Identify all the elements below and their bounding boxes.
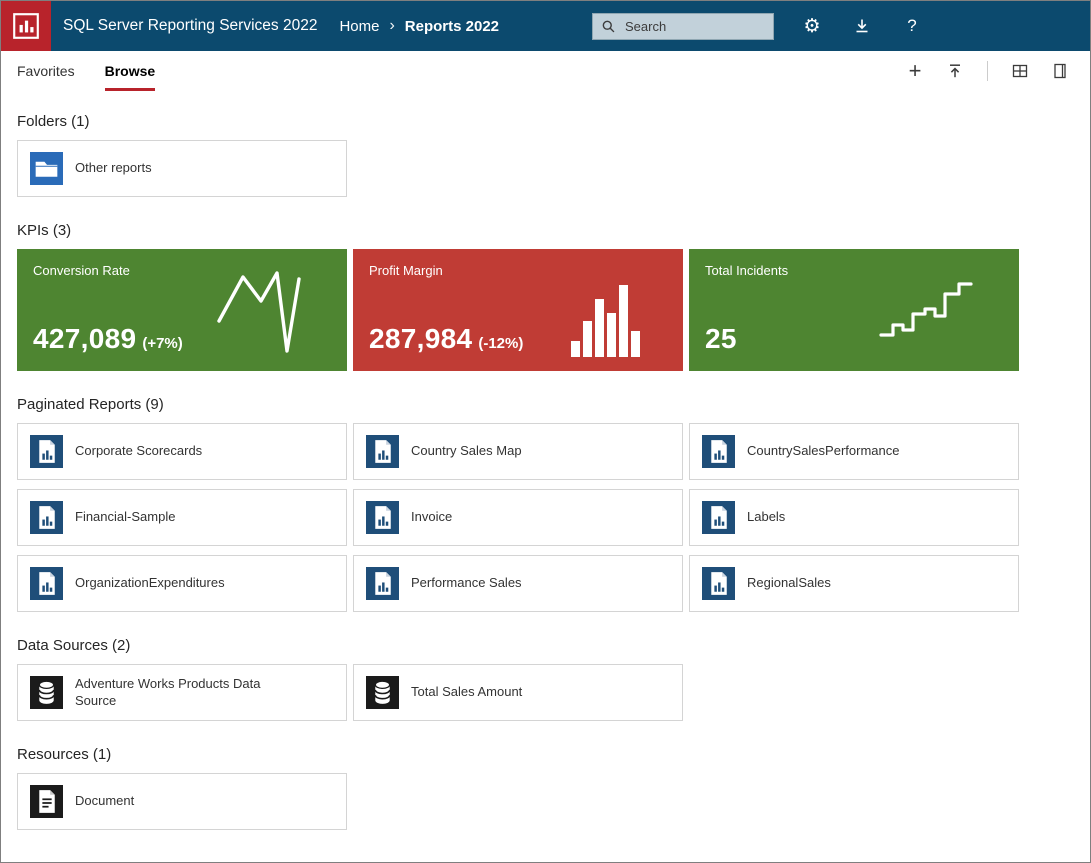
toolbar: Favorites Browse +: [1, 51, 1090, 91]
kpi-title: Profit Margin: [369, 263, 667, 278]
tab-browse[interactable]: Browse: [105, 51, 156, 91]
kpi-line-chart: [217, 265, 313, 357]
folder-tile-label: Other reports: [75, 160, 152, 177]
paginated-grid: Corporate Scorecards Country Sales Map C…: [17, 423, 1019, 612]
report-tile-label: Corporate Scorecards: [75, 443, 202, 460]
kpi-tile-total-incidents[interactable]: Total Incidents 25: [689, 249, 1019, 371]
resources-row: Document: [17, 773, 1074, 830]
datasources-section-title: Data Sources (2): [17, 637, 1074, 654]
search-icon: [601, 19, 616, 34]
tab-browse-label: Browse: [105, 63, 156, 79]
resources-section-title: Resources (1): [17, 746, 1074, 763]
ssrs-portal: SQL Server Reporting Services 2022 Home …: [0, 0, 1091, 863]
list-view-button[interactable]: [1046, 56, 1074, 86]
folder-tile[interactable]: Other reports: [17, 140, 347, 197]
tab-favorites[interactable]: Favorites: [17, 51, 75, 91]
ssrs-logo[interactable]: [1, 1, 51, 51]
search-input[interactable]: [623, 18, 763, 35]
report-icon: [702, 435, 735, 468]
kpi-bar-chart: [571, 281, 643, 357]
report-tile[interactable]: Performance Sales: [353, 555, 683, 612]
report-icon: [366, 567, 399, 600]
kpi-tile-profit-margin[interactable]: Profit Margin 287,984 (-12%): [353, 249, 683, 371]
download-icon: [853, 17, 871, 35]
upload-button[interactable]: [941, 56, 969, 86]
download-button[interactable]: [850, 12, 874, 40]
grid-view-icon: [1011, 62, 1029, 80]
breadcrumb-chevron-icon: ›: [389, 17, 394, 35]
folder-icon: [30, 152, 63, 185]
datasource-tile[interactable]: Total Sales Amount: [353, 664, 683, 721]
breadcrumb-current: Reports 2022: [405, 18, 499, 35]
folders-row: Other reports: [17, 140, 1074, 197]
kpi-value: 287,984: [369, 323, 472, 355]
top-header: SQL Server Reporting Services 2022 Home …: [1, 1, 1090, 51]
help-button[interactable]: ?: [900, 12, 924, 40]
report-icon: [366, 435, 399, 468]
kpi-tile-conversion-rate[interactable]: Conversion Rate 427,089 (+7%): [17, 249, 347, 371]
report-tile[interactable]: CountrySalesPerformance: [689, 423, 1019, 480]
kpis-row: Conversion Rate 427,089 (+7%) Profit Mar…: [17, 249, 1074, 371]
new-button[interactable]: +: [901, 56, 929, 86]
report-tile[interactable]: Invoice: [353, 489, 683, 546]
search-box[interactable]: [592, 13, 774, 40]
kpi-step-chart: [879, 277, 979, 343]
report-icon: [30, 435, 63, 468]
report-tile-label: Country Sales Map: [411, 443, 522, 460]
report-icon: [30, 501, 63, 534]
database-icon: [366, 676, 399, 709]
report-icon: [366, 501, 399, 534]
report-tile-label: Labels: [747, 509, 785, 526]
toolbar-actions: +: [901, 56, 1074, 86]
breadcrumb: Home › Reports 2022: [339, 17, 499, 35]
report-tile-label: Invoice: [411, 509, 452, 526]
datasource-tile-label: Total Sales Amount: [411, 684, 522, 701]
report-tile[interactable]: Financial-Sample: [17, 489, 347, 546]
app-title: SQL Server Reporting Services 2022: [63, 17, 317, 35]
kpi-value: 427,089: [33, 323, 136, 355]
bar-chart-logo-icon: [11, 11, 41, 41]
tab-favorites-label: Favorites: [17, 63, 75, 79]
upload-icon: [946, 62, 964, 80]
report-tile-label: CountrySalesPerformance: [747, 443, 899, 460]
kpi-title: Total Incidents: [705, 263, 1003, 278]
report-icon: [702, 567, 735, 600]
datasources-row: Adventure Works Products Data Source Tot…: [17, 664, 1074, 721]
toolbar-divider: [987, 61, 988, 81]
settings-button[interactable]: ⚙: [800, 12, 824, 40]
report-tile[interactable]: OrganizationExpenditures: [17, 555, 347, 612]
report-tile-label: Financial-Sample: [75, 509, 175, 526]
tiles-view-button[interactable]: [1006, 56, 1034, 86]
datasource-tile[interactable]: Adventure Works Products Data Source: [17, 664, 347, 721]
browse-content: Folders (1) Other reports KPIs (3) Conve…: [1, 113, 1090, 830]
report-tile[interactable]: Labels: [689, 489, 1019, 546]
document-icon: [30, 785, 63, 818]
datasource-tile-label: Adventure Works Products Data Source: [75, 676, 287, 710]
kpi-delta: (+7%): [142, 335, 182, 352]
kpi-delta: (-12%): [478, 335, 523, 352]
report-tile-label: Performance Sales: [411, 575, 522, 592]
kpi-value: 25: [705, 323, 737, 355]
paginated-section-title: Paginated Reports (9): [17, 396, 1074, 413]
details-view-icon: [1051, 62, 1069, 80]
report-tile-label: OrganizationExpenditures: [75, 575, 225, 592]
report-icon: [30, 567, 63, 600]
resource-tile-label: Document: [75, 793, 134, 810]
report-tile[interactable]: RegionalSales: [689, 555, 1019, 612]
report-tile[interactable]: Corporate Scorecards: [17, 423, 347, 480]
resource-tile[interactable]: Document: [17, 773, 347, 830]
folders-section-title: Folders (1): [17, 113, 1074, 130]
header-actions: ⚙ ?: [800, 12, 924, 40]
report-icon: [702, 501, 735, 534]
kpis-section-title: KPIs (3): [17, 222, 1074, 239]
report-tile[interactable]: Country Sales Map: [353, 423, 683, 480]
report-tile-label: RegionalSales: [747, 575, 831, 592]
database-icon: [30, 676, 63, 709]
breadcrumb-home[interactable]: Home: [339, 18, 379, 35]
